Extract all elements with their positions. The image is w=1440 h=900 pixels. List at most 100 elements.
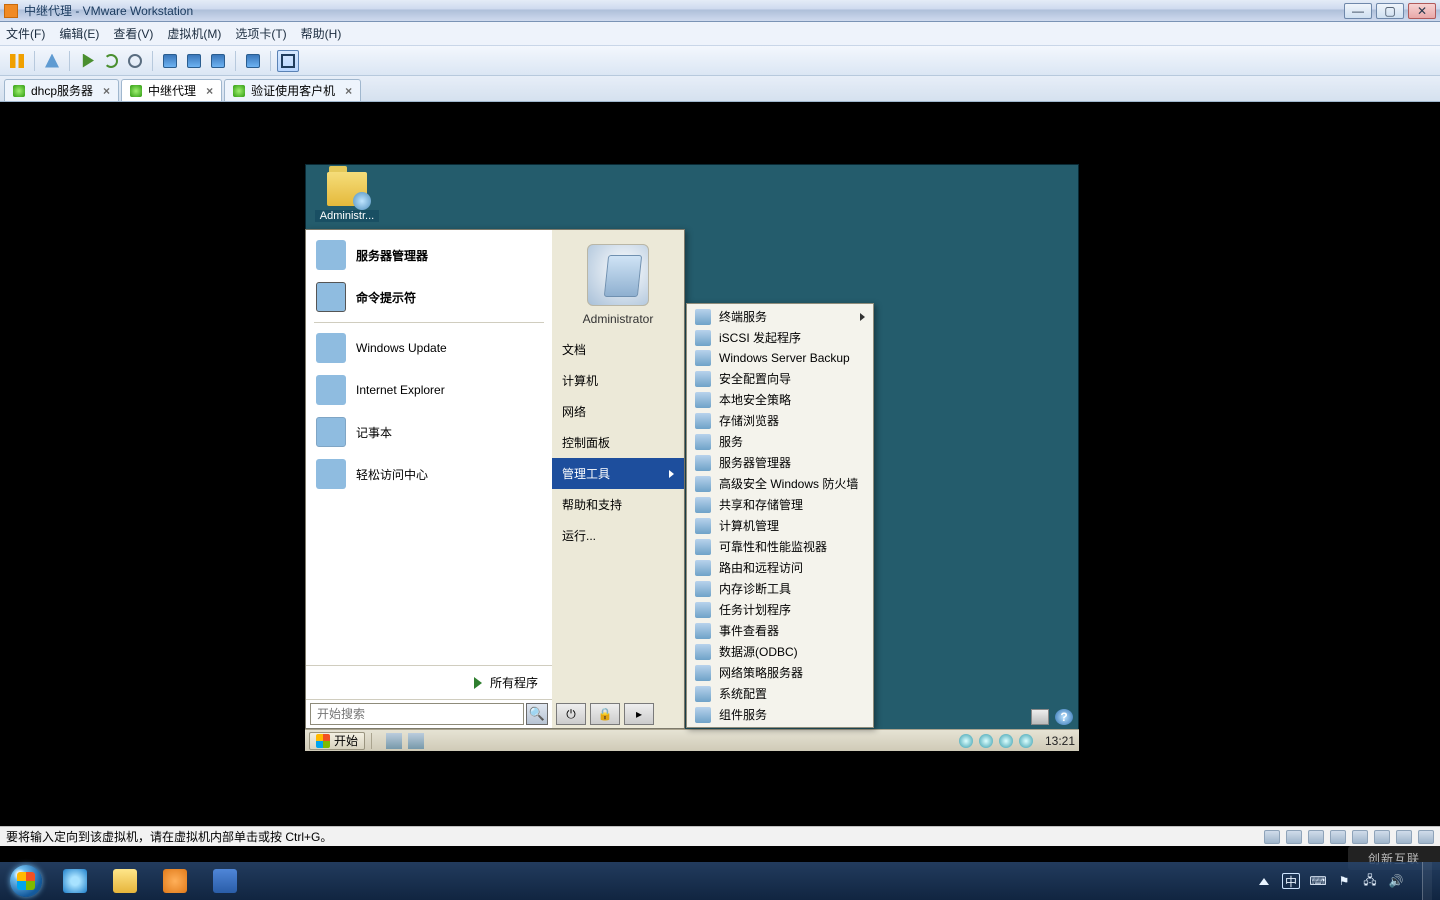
- rpane-control-panel[interactable]: 控制面板: [552, 427, 684, 458]
- folder-icon[interactable]: [1031, 709, 1049, 725]
- user-avatar-icon: [587, 244, 649, 306]
- at-services[interactable]: 服务: [689, 431, 871, 452]
- close-tab-icon[interactable]: ×: [103, 84, 110, 98]
- guest-clock[interactable]: 13:21: [1045, 734, 1075, 748]
- notepad-icon: [316, 417, 346, 447]
- ql-server-manager-icon[interactable]: [386, 733, 402, 749]
- menu-help[interactable]: 帮助(H): [301, 25, 342, 42]
- vm-tab-dhcp[interactable]: dhcp服务器 ×: [4, 79, 119, 101]
- vm-tab-relay[interactable]: 中继代理 ×: [121, 79, 222, 101]
- at-local-sec-policy[interactable]: 本地安全策略: [689, 389, 871, 410]
- at-storage-explorer[interactable]: 存储浏览器: [689, 410, 871, 431]
- host-pin-explorer[interactable]: [102, 865, 148, 897]
- lock-button[interactable]: 🔒: [590, 703, 620, 725]
- at-odbc[interactable]: 数据源(ODBC): [689, 641, 871, 662]
- at-iscsi[interactable]: iSCSI 发起程序: [689, 327, 871, 348]
- maximize-button[interactable]: ▢: [1376, 3, 1404, 19]
- at-adv-firewall[interactable]: 高级安全 Windows 防火墙: [689, 473, 871, 494]
- tb-restart-icon[interactable]: [100, 50, 122, 72]
- all-programs[interactable]: 所有程序: [306, 665, 552, 699]
- host-pin-ie[interactable]: [52, 865, 98, 897]
- tb-unity-icon[interactable]: [242, 50, 264, 72]
- tray-icon[interactable]: [999, 734, 1013, 748]
- tray-expand-icon[interactable]: [1256, 873, 1272, 889]
- at-rras[interactable]: 路由和远程访问: [689, 557, 871, 578]
- host-start-button[interactable]: [4, 863, 48, 899]
- search-input[interactable]: [310, 703, 524, 725]
- host-pin-word[interactable]: [202, 865, 248, 897]
- menu-edit[interactable]: 编辑(E): [59, 25, 99, 42]
- tb-view-3-icon[interactable]: [207, 50, 229, 72]
- device-printer-icon[interactable]: [1396, 830, 1412, 844]
- tray-network-icon[interactable]: 🖧: [1362, 873, 1378, 889]
- at-task-scheduler[interactable]: 任务计划程序: [689, 599, 871, 620]
- menu-vm[interactable]: 虚拟机(M): [167, 25, 221, 42]
- vm-tab-client[interactable]: 验证使用客户机 ×: [224, 79, 361, 101]
- rpane-run[interactable]: 运行...: [552, 520, 684, 551]
- tray-icon[interactable]: [1019, 734, 1033, 748]
- search-button[interactable]: 🔍: [526, 703, 548, 725]
- at-terminal-services[interactable]: 终端服务: [689, 306, 871, 327]
- tray-volume-icon[interactable]: 🔊: [1388, 873, 1404, 889]
- device-cd-icon[interactable]: [1286, 830, 1302, 844]
- guest-screen[interactable]: Administr... 服务器管理器 命令提示符: [305, 164, 1079, 751]
- at-component-svcs[interactable]: 组件服务: [689, 704, 871, 725]
- tb-poweron-icon[interactable]: [76, 50, 98, 72]
- recent-notepad[interactable]: 记事本: [306, 411, 552, 453]
- help-icon[interactable]: ?: [1055, 709, 1073, 725]
- tray-keyboard-icon[interactable]: ⌨: [1310, 873, 1326, 889]
- rpane-network[interactable]: 网络: [552, 396, 684, 427]
- device-sound-icon[interactable]: [1374, 830, 1390, 844]
- at-ws-backup[interactable]: Windows Server Backup: [689, 348, 871, 368]
- recent-ease-of-access[interactable]: 轻松访问中心: [306, 453, 552, 495]
- menu-view[interactable]: 查看(V): [113, 25, 153, 42]
- device-floppy-icon[interactable]: [1308, 830, 1324, 844]
- tb-suspend-icon[interactable]: [6, 50, 28, 72]
- at-sec-wizard[interactable]: 安全配置向导: [689, 368, 871, 389]
- desktop-icon-user-folder[interactable]: Administr...: [315, 172, 379, 222]
- menu-tabs[interactable]: 选项卡(T): [235, 25, 286, 42]
- device-nic-icon[interactable]: [1330, 830, 1346, 844]
- guest-start-button[interactable]: 开始: [309, 732, 365, 750]
- at-event-viewer[interactable]: 事件查看器: [689, 620, 871, 641]
- close-tab-icon[interactable]: ×: [206, 84, 213, 98]
- minimize-button[interactable]: —: [1344, 3, 1372, 19]
- close-button[interactable]: ✕: [1408, 3, 1436, 19]
- device-usb-icon[interactable]: [1352, 830, 1368, 844]
- menu-file[interactable]: 文件(F): [6, 25, 45, 42]
- pin-cmd[interactable]: 命令提示符: [306, 276, 552, 318]
- recent-ie[interactable]: Internet Explorer: [306, 369, 552, 411]
- at-computer-mgmt[interactable]: 计算机管理: [689, 515, 871, 536]
- host-pin-media[interactable]: [152, 865, 198, 897]
- tray-icon[interactable]: [959, 734, 973, 748]
- device-hdd-icon[interactable]: [1264, 830, 1280, 844]
- tb-network-icon[interactable]: [41, 50, 63, 72]
- pin-server-manager[interactable]: 服务器管理器: [306, 234, 552, 276]
- tray-icon[interactable]: [979, 734, 993, 748]
- at-memory-diag[interactable]: 内存诊断工具: [689, 578, 871, 599]
- at-msconfig[interactable]: 系统配置: [689, 683, 871, 704]
- tb-fullscreen-icon[interactable]: [277, 50, 299, 72]
- rpane-admin-tools[interactable]: 管理工具: [552, 458, 684, 489]
- rpane-help[interactable]: 帮助和支持: [552, 489, 684, 520]
- tb-view-2-icon[interactable]: [183, 50, 205, 72]
- close-tab-icon[interactable]: ×: [345, 84, 352, 98]
- power-button[interactable]: ⏻: [556, 703, 586, 725]
- tray-action-center-icon[interactable]: ⚑: [1336, 873, 1352, 889]
- rpane-computer[interactable]: 计算机: [552, 365, 684, 396]
- at-reliability-perf[interactable]: 可靠性和性能监视器: [689, 536, 871, 557]
- tray-ime-icon[interactable]: 中: [1282, 873, 1300, 889]
- rpane-documents[interactable]: 文档: [552, 334, 684, 365]
- power-options-button[interactable]: ▸: [624, 703, 654, 725]
- at-nps[interactable]: 网络策略服务器: [689, 662, 871, 683]
- device-display-icon[interactable]: [1418, 830, 1434, 844]
- show-desktop-button[interactable]: [1422, 862, 1432, 900]
- fi-label: 高级安全 Windows 防火墙: [719, 475, 858, 492]
- ql-show-desktop-icon[interactable]: [408, 733, 424, 749]
- at-server-manager[interactable]: 服务器管理器: [689, 452, 871, 473]
- tb-snapshot-icon[interactable]: [124, 50, 146, 72]
- at-share-storage[interactable]: 共享和存储管理: [689, 494, 871, 515]
- recent-windows-update[interactable]: Windows Update: [306, 327, 552, 369]
- tb-view-1-icon[interactable]: [159, 50, 181, 72]
- tool-icon: [695, 497, 711, 513]
